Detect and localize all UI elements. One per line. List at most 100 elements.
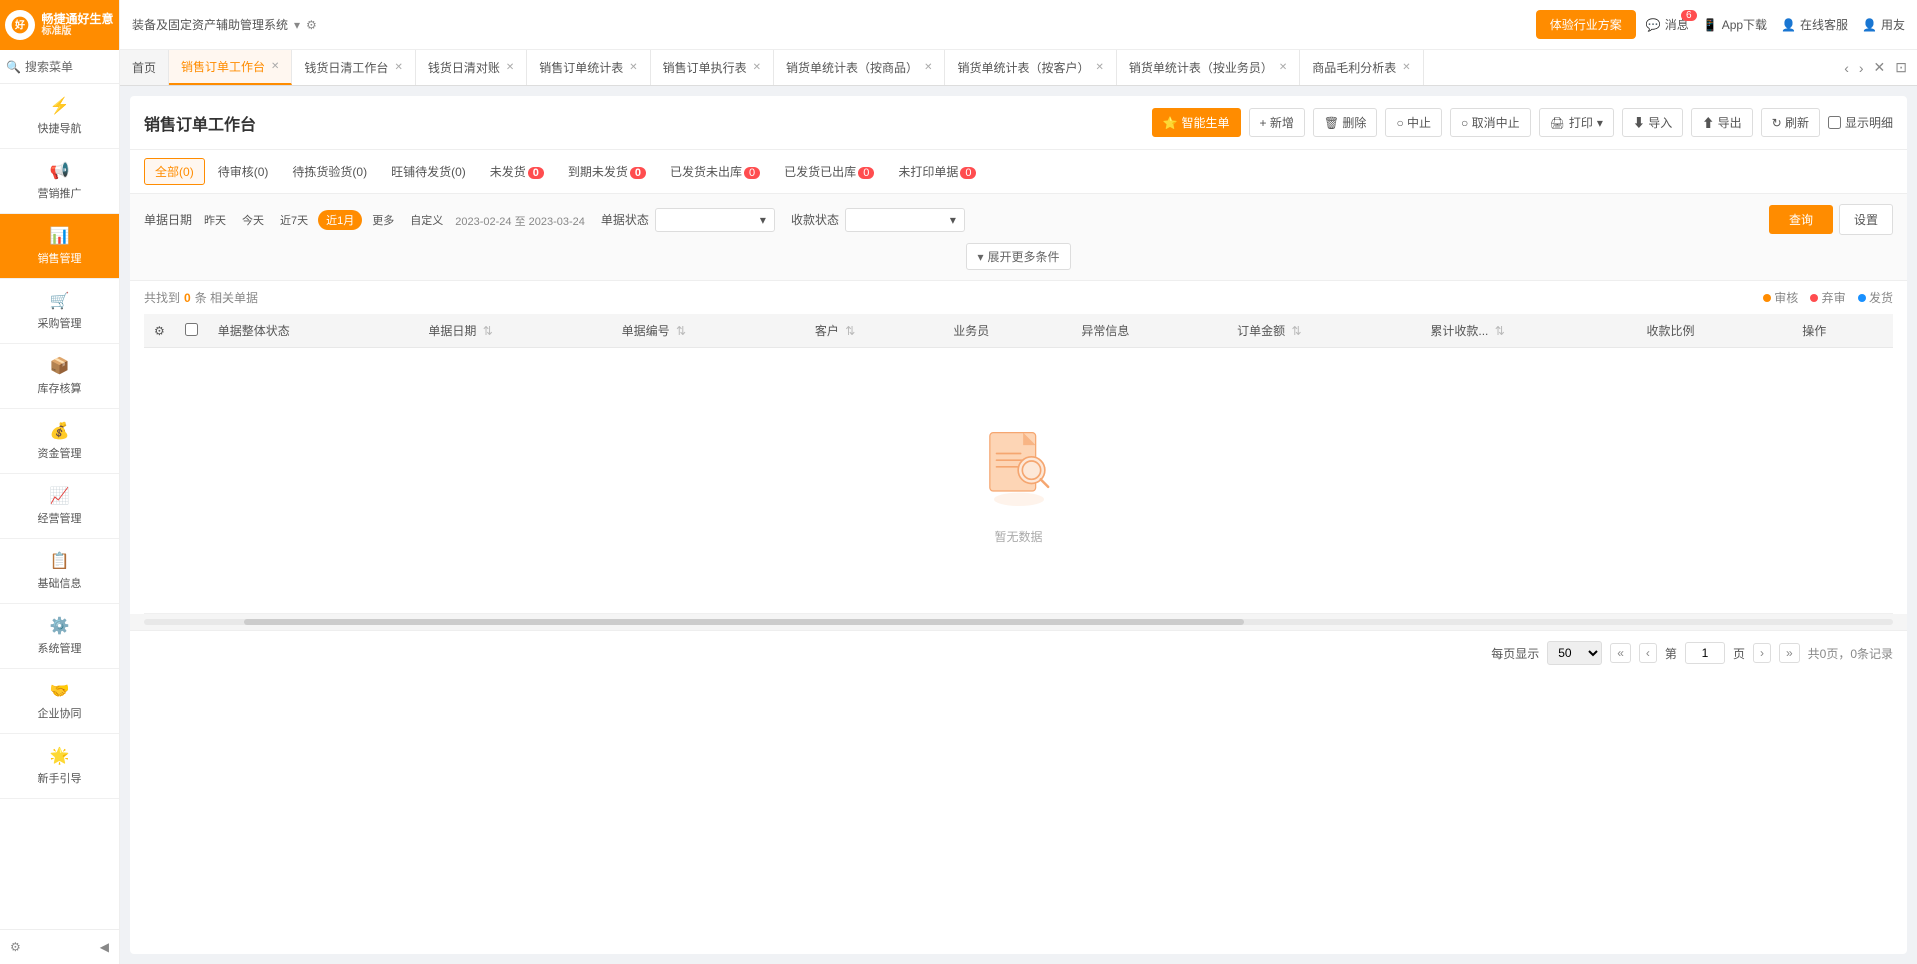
- expand-filter-btn[interactable]: ▾ 展开更多条件: [966, 243, 1070, 270]
- sub-tab-wangpu[interactable]: 旺铺待发货(0): [380, 158, 477, 185]
- tab-sales-stats-staff[interactable]: 销货单统计表（按业务员） ✕: [1117, 50, 1300, 85]
- sidebar-item-finance[interactable]: 💰 资金管理: [0, 409, 119, 474]
- sidebar-item-cooperation[interactable]: 🤝 企业协同: [0, 669, 119, 734]
- filter-row: 单据日期 昨天 今天 近7天 近1月 更多 自定义 2023-02-24 至 2…: [144, 204, 1893, 235]
- system-dropdown-icon[interactable]: ▾: [294, 18, 300, 32]
- col-exception-label: 异常信息: [1081, 324, 1129, 338]
- import-btn[interactable]: ⬇ 导入: [1622, 108, 1683, 137]
- print-btn[interactable]: 🖨 打印 ▾: [1539, 108, 1614, 137]
- payment-select[interactable]: ▾: [845, 208, 965, 232]
- refresh-btn[interactable]: ↻ 刷新: [1761, 108, 1820, 137]
- tab-sales-order-workbench[interactable]: 销售订单工作台 ✕: [169, 50, 292, 85]
- select-all-checkbox[interactable]: [185, 323, 198, 336]
- sidebar-item-quick-nav[interactable]: ⚡ 快捷导航: [0, 84, 119, 149]
- tab-expand-btn[interactable]: ⊡: [1891, 57, 1911, 78]
- page-input[interactable]: [1685, 642, 1725, 664]
- sub-tab-shipped-out[interactable]: 已发货已出库0: [773, 158, 885, 185]
- topbar-settings-icon[interactable]: ⚙: [306, 18, 317, 32]
- tab-sales-stats-staff-close[interactable]: ✕: [1279, 62, 1287, 73]
- col-number[interactable]: 单据编号 ⇅: [612, 314, 805, 348]
- col-settings[interactable]: ⚙: [144, 314, 175, 348]
- sidebar-item-marketing[interactable]: 📢 营销推广: [0, 149, 119, 214]
- tab-prev-btn[interactable]: ‹: [1840, 58, 1853, 78]
- date-yesterday[interactable]: 昨天: [198, 210, 232, 230]
- date-more[interactable]: 更多: [366, 210, 400, 230]
- message-btn[interactable]: 💬 消息 6: [1646, 16, 1689, 33]
- col-customer[interactable]: 客户 ⇅: [805, 314, 943, 348]
- tab-cash-daily[interactable]: 钱货日清工作台 ✕: [292, 50, 415, 85]
- next-page-btn[interactable]: ›: [1753, 643, 1771, 663]
- smart-create-btn[interactable]: ⭐ 智能生单: [1152, 108, 1241, 137]
- scroll-thumb[interactable]: [244, 619, 1244, 625]
- last-page-btn[interactable]: »: [1779, 643, 1800, 663]
- online-service-btn[interactable]: 👤 在线客服: [1781, 16, 1848, 33]
- delete-btn[interactable]: 🗑 删除: [1313, 108, 1378, 137]
- tab-sales-workbench-close[interactable]: ✕: [271, 61, 279, 72]
- sub-tab-pending-check[interactable]: 待拣货验货(0): [281, 158, 378, 185]
- col-amount[interactable]: 订单金额 ⇅: [1227, 314, 1420, 348]
- sidebar-item-guide[interactable]: 🌟 新手引导: [0, 734, 119, 799]
- sidebar-item-basic-info[interactable]: 📋 基础信息: [0, 539, 119, 604]
- tab-cash-reconcile-close[interactable]: ✕: [506, 62, 514, 73]
- tab-sales-order-stats-close[interactable]: ✕: [629, 62, 637, 73]
- sub-tab-pending-review[interactable]: 待审核(0): [207, 158, 280, 185]
- status-select[interactable]: ▾: [655, 208, 775, 232]
- tab-sales-stats-product[interactable]: 销货单统计表（按商品） ✕: [774, 50, 945, 85]
- tab-close-all-btn[interactable]: ✕: [1870, 57, 1890, 78]
- page-size-select[interactable]: 50 10 20 100: [1547, 641, 1602, 665]
- prev-page-btn[interactable]: ‹: [1639, 643, 1657, 663]
- col-staff[interactable]: 业务员: [943, 314, 1071, 348]
- tab-gross-profit[interactable]: 商品毛利分析表 ✕: [1300, 50, 1423, 85]
- print-dropdown-icon: ▾: [1597, 116, 1603, 130]
- sub-tab-all[interactable]: 全部(0): [144, 158, 205, 185]
- tab-gross-profit-close[interactable]: ✕: [1402, 62, 1410, 73]
- settings-icon[interactable]: ⚙: [10, 940, 21, 954]
- sidebar-item-sales[interactable]: 📊 销售管理: [0, 214, 119, 279]
- query-btn[interactable]: 查询: [1769, 205, 1833, 234]
- sidebar-item-operation[interactable]: 📈 经营管理: [0, 474, 119, 539]
- tab-sales-stats-customer-close[interactable]: ✕: [1095, 62, 1103, 73]
- tab-sales-stats-product-close[interactable]: ✕: [924, 62, 932, 73]
- date-1month[interactable]: 近1月: [318, 210, 362, 230]
- tab-next-btn[interactable]: ›: [1855, 58, 1868, 78]
- col-exception[interactable]: 异常信息: [1071, 314, 1227, 348]
- sub-tab-not-shipped[interactable]: 未发货0: [479, 158, 555, 185]
- horizontal-scrollbar[interactable]: [130, 614, 1907, 630]
- sub-tab-shipped-not-out[interactable]: 已发货未出库0: [659, 158, 771, 185]
- sidebar-item-inventory[interactable]: 📦 库存核算: [0, 344, 119, 409]
- user-btn[interactable]: 👤 用友: [1862, 16, 1905, 33]
- show-detail-input[interactable]: [1828, 116, 1841, 129]
- col-collected-label: 累计收款...: [1430, 324, 1488, 338]
- sidebar-item-system[interactable]: ⚙️ 系统管理: [0, 604, 119, 669]
- tab-cash-reconcile[interactable]: 钱货日清对账 ✕: [416, 50, 527, 85]
- show-detail-checkbox[interactable]: 显示明细: [1828, 114, 1893, 131]
- tab-gross-profit-label: 商品毛利分析表: [1312, 59, 1396, 76]
- date-custom[interactable]: 自定义: [404, 210, 449, 230]
- search-menu[interactable]: 🔍 搜索菜单: [0, 50, 119, 84]
- app-download-btn[interactable]: 📱 App下载: [1703, 16, 1767, 33]
- tab-sales-stats-customer[interactable]: 销货单统计表（按客户） ✕: [945, 50, 1116, 85]
- download-icon: 📱: [1703, 18, 1718, 32]
- tab-cash-daily-close[interactable]: ✕: [394, 62, 402, 73]
- tab-sales-order-exec-close[interactable]: ✕: [753, 62, 761, 73]
- add-btn[interactable]: + 新增: [1249, 108, 1305, 137]
- tab-home[interactable]: 首页: [120, 50, 169, 85]
- first-page-btn[interactable]: «: [1610, 643, 1631, 663]
- tab-sales-order-exec[interactable]: 销售订单执行表 ✕: [651, 50, 774, 85]
- sub-tab-overdue[interactable]: 到期未发货0: [557, 158, 657, 185]
- col-date[interactable]: 单据日期 ⇅: [418, 314, 611, 348]
- cancel-suspend-btn[interactable]: ○ 取消中止: [1450, 108, 1531, 137]
- col-collected[interactable]: 累计收款... ⇅: [1420, 314, 1636, 348]
- date-7days[interactable]: 近7天: [274, 210, 314, 230]
- collapse-icon[interactable]: ◀: [100, 940, 109, 954]
- sub-tab-not-printed[interactable]: 未打印单据0: [887, 158, 987, 185]
- suspend-btn[interactable]: ○ 中止: [1385, 108, 1442, 137]
- col-status[interactable]: 单据整体状态: [208, 314, 419, 348]
- sidebar-item-purchase[interactable]: 🛒 采购管理: [0, 279, 119, 344]
- filter-setting-btn[interactable]: 设置: [1839, 204, 1893, 235]
- sub-tab-shipped-not-out-badge: 0: [744, 167, 760, 179]
- solution-btn[interactable]: 体验行业方案: [1536, 10, 1636, 39]
- tab-sales-order-stats[interactable]: 销售订单统计表 ✕: [527, 50, 650, 85]
- export-btn[interactable]: ⬆ 导出: [1691, 108, 1752, 137]
- date-today[interactable]: 今天: [236, 210, 270, 230]
